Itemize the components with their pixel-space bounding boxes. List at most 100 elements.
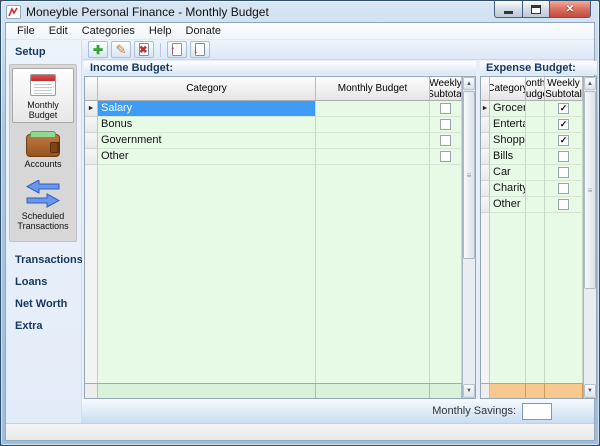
- table-row[interactable]: Groceries: [481, 101, 583, 117]
- weekly-subtotal-cell[interactable]: [545, 197, 583, 213]
- monthly-budget-column-header[interactable]: Monthly Budget: [526, 77, 545, 101]
- weekly-subtotal-column-header[interactable]: Weekly Subtotal: [430, 77, 462, 101]
- weekly-subtotal-checkbox[interactable]: [440, 151, 451, 162]
- income-vertical-scrollbar[interactable]: ▲ ≡ ▼: [462, 77, 475, 398]
- category-column-header[interactable]: Category: [490, 77, 526, 101]
- table-row[interactable]: Government: [85, 133, 462, 149]
- category-cell[interactable]: Groceries: [490, 101, 526, 117]
- row-selector[interactable]: [85, 133, 98, 149]
- scroll-up-button[interactable]: ▲: [463, 77, 475, 90]
- weekly-subtotal-cell[interactable]: [545, 101, 583, 117]
- menu-file[interactable]: File: [10, 24, 42, 38]
- category-cell[interactable]: Car: [490, 165, 526, 181]
- scroll-down-button[interactable]: ▼: [463, 384, 475, 398]
- row-selector[interactable]: [481, 165, 490, 181]
- weekly-subtotal-checkbox[interactable]: [440, 119, 451, 130]
- sidebar-section-setup[interactable]: Setup: [6, 40, 81, 58]
- weekly-subtotal-checkbox[interactable]: [558, 167, 569, 178]
- monthly-budget-cell[interactable]: [316, 117, 430, 133]
- table-row[interactable]: Car: [481, 165, 583, 181]
- weekly-subtotal-cell[interactable]: [545, 165, 583, 181]
- table-row[interactable]: Charity: [481, 181, 583, 197]
- weekly-subtotal-checkbox[interactable]: [558, 151, 569, 162]
- category-cell[interactable]: Other: [490, 197, 526, 213]
- table-row[interactable]: Shopping: [481, 133, 583, 149]
- category-cell[interactable]: Government: [98, 133, 316, 149]
- monthly-budget-cell[interactable]: [526, 133, 545, 149]
- monthly-budget-cell[interactable]: [526, 101, 545, 117]
- table-row[interactable]: Salary: [85, 101, 462, 117]
- weekly-subtotal-cell[interactable]: [430, 117, 462, 133]
- monthly-savings-input[interactable]: [522, 402, 552, 420]
- add-button[interactable]: ✚: [88, 41, 108, 58]
- category-cell[interactable]: Charity: [490, 181, 526, 197]
- row-selector[interactable]: [481, 181, 490, 197]
- category-cell[interactable]: Other: [98, 149, 316, 165]
- weekly-subtotal-cell[interactable]: [430, 149, 462, 165]
- menu-categories[interactable]: Categories: [75, 24, 142, 38]
- monthly-budget-cell[interactable]: [526, 149, 545, 165]
- weekly-subtotal-checkbox[interactable]: [558, 135, 569, 146]
- title-bar[interactable]: Moneyble Personal Finance - Monthly Budg…: [6, 2, 479, 22]
- weekly-subtotal-checkbox[interactable]: [440, 135, 451, 146]
- monthly-budget-cell[interactable]: [316, 133, 430, 149]
- weekly-subtotal-cell[interactable]: [545, 117, 583, 133]
- minimize-button[interactable]: [494, 1, 523, 18]
- export-button[interactable]: ↓: [190, 41, 210, 58]
- row-selector[interactable]: [481, 197, 490, 213]
- category-cell[interactable]: Salary: [98, 101, 316, 117]
- menu-edit[interactable]: Edit: [42, 24, 75, 38]
- monthly-budget-cell[interactable]: [526, 165, 545, 181]
- table-row[interactable]: Other: [481, 197, 583, 213]
- weekly-subtotal-cell[interactable]: [545, 149, 583, 165]
- sidebar-section-net-worth[interactable]: Net Worth: [6, 298, 81, 310]
- scrollbar-thumb[interactable]: ≡: [584, 91, 596, 289]
- weekly-subtotal-cell[interactable]: [545, 181, 583, 197]
- maximize-button[interactable]: [522, 1, 550, 18]
- monthly-budget-cell[interactable]: [526, 117, 545, 133]
- monthly-budget-cell[interactable]: [526, 181, 545, 197]
- weekly-subtotal-cell[interactable]: [430, 133, 462, 149]
- row-selector[interactable]: [481, 117, 490, 133]
- sidebar-item-accounts[interactable]: Accounts: [12, 128, 74, 171]
- weekly-subtotal-checkbox[interactable]: [558, 199, 569, 210]
- row-selector[interactable]: [481, 101, 490, 117]
- category-cell[interactable]: Bills: [490, 149, 526, 165]
- category-cell[interactable]: Entertainment: [490, 117, 526, 133]
- weekly-subtotal-checkbox[interactable]: [558, 183, 569, 194]
- row-selector[interactable]: [85, 149, 98, 165]
- row-selector[interactable]: [481, 149, 490, 165]
- table-row[interactable]: Bonus: [85, 117, 462, 133]
- edit-button[interactable]: ✎: [111, 41, 131, 58]
- scroll-up-button[interactable]: ▲: [584, 77, 596, 90]
- row-selector[interactable]: [481, 133, 490, 149]
- sidebar-item-monthly-budget[interactable]: Monthly Budget: [12, 68, 74, 123]
- scrollbar-thumb[interactable]: ≡: [463, 91, 475, 259]
- row-selector[interactable]: [85, 101, 98, 117]
- category-cell[interactable]: Shopping: [490, 133, 526, 149]
- sidebar-section-loans[interactable]: Loans: [6, 276, 81, 288]
- weekly-subtotal-checkbox[interactable]: [440, 103, 451, 114]
- table-row[interactable]: Other: [85, 149, 462, 165]
- monthly-budget-cell[interactable]: [526, 197, 545, 213]
- monthly-budget-column-header[interactable]: Monthly Budget: [316, 77, 430, 101]
- menu-donate[interactable]: Donate: [179, 24, 228, 38]
- monthly-budget-cell[interactable]: [316, 149, 430, 165]
- weekly-subtotal-checkbox[interactable]: [558, 119, 569, 130]
- weekly-subtotal-checkbox[interactable]: [558, 103, 569, 114]
- table-row[interactable]: Entertainment: [481, 117, 583, 133]
- menu-help[interactable]: Help: [142, 24, 179, 38]
- delete-button[interactable]: ✖: [134, 41, 154, 58]
- close-button[interactable]: ✕: [549, 1, 591, 18]
- sidebar-section-transactions[interactable]: Transactions: [6, 254, 83, 266]
- sidebar-item-scheduled-transactions[interactable]: Scheduled Transactions: [12, 176, 74, 233]
- monthly-budget-cell[interactable]: [316, 101, 430, 117]
- import-button[interactable]: ↑: [167, 41, 187, 58]
- weekly-subtotal-column-header[interactable]: Weekly Subtotal: [545, 77, 583, 101]
- weekly-subtotal-cell[interactable]: [545, 133, 583, 149]
- expense-vertical-scrollbar[interactable]: ▲ ≡ ▼: [583, 77, 596, 398]
- table-row[interactable]: Bills: [481, 149, 583, 165]
- sidebar-section-extra[interactable]: Extra: [6, 320, 81, 332]
- category-cell[interactable]: Bonus: [98, 117, 316, 133]
- row-selector[interactable]: [85, 117, 98, 133]
